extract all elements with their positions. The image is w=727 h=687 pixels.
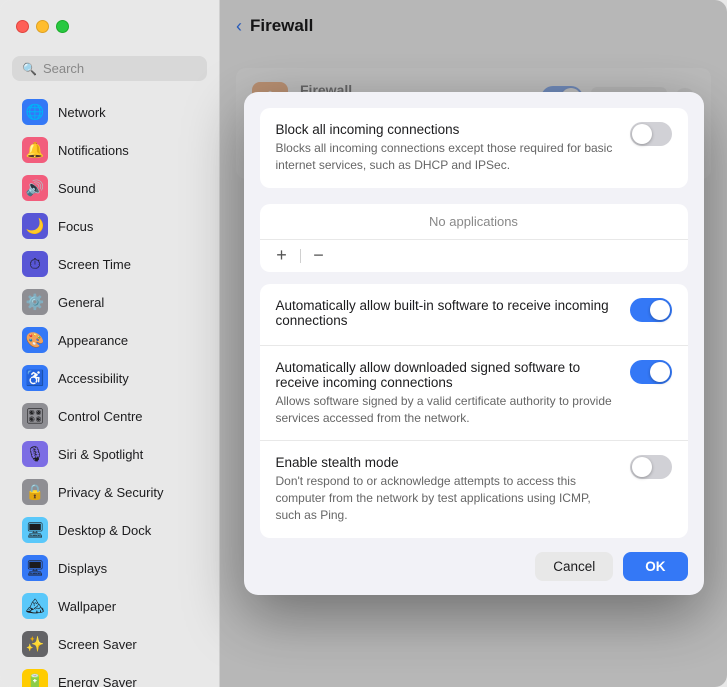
cancel-button[interactable]: Cancel (535, 552, 613, 581)
sidebar-item-network[interactable]: 🌐 Network (6, 93, 213, 131)
auto-signed-text: Automatically allow downloaded signed so… (276, 360, 614, 427)
ok-button[interactable]: OK (623, 552, 687, 581)
sidebar-item-wallpaper[interactable]: 🏔 Wallpaper (6, 587, 213, 625)
auto-builtin-row: Automatically allow built-in software to… (260, 284, 688, 346)
screen-saver-icon: ✨ (22, 631, 48, 657)
maximize-button[interactable] (56, 20, 69, 33)
close-button[interactable] (16, 20, 29, 33)
dialog-buttons: Cancel OK (244, 538, 704, 595)
add-application-button[interactable]: + (270, 244, 294, 268)
notifications-icon: 🔔 (22, 137, 48, 163)
notifications-label: Notifications (58, 143, 129, 158)
sidebar-item-notifications[interactable]: 🔔 Notifications (6, 131, 213, 169)
sound-label: Sound (58, 181, 96, 196)
sidebar-items: 🌐 Network 🔔 Notifications 🔊 Sound 🌙 Focus ⏱ Scree… (0, 89, 219, 687)
control-centre-label: Control Centre (58, 409, 143, 424)
screen-time-icon: ⏱ (22, 251, 48, 277)
sidebar-item-displays[interactable]: 🖥 Displays (6, 549, 213, 587)
stealth-row: Enable stealth mode Don't respond to or … (260, 441, 688, 537)
block-all-toggle[interactable] (630, 122, 672, 146)
auto-builtin-text: Automatically allow built-in software to… (276, 298, 614, 331)
privacy-security-label: Privacy & Security (58, 485, 163, 500)
block-all-desc: Blocks all incoming connections except t… (276, 140, 614, 174)
no-applications-label: No applications (260, 204, 688, 240)
sound-icon: 🔊 (22, 175, 48, 201)
search-bar[interactable]: 🔍 Search (12, 56, 207, 81)
auto-builtin-toggle[interactable] (630, 298, 672, 322)
remove-application-button[interactable]: − (307, 244, 331, 268)
block-all-row: Block all incoming connections Blocks al… (260, 108, 688, 188)
content-area: ‹ Firewall 🛡 Firewall The firewall is tu… (220, 0, 727, 687)
block-all-title: Block all incoming connections (276, 122, 614, 137)
displays-label: Displays (58, 561, 107, 576)
privacy-security-icon: 🔒 (22, 479, 48, 505)
desktop-dock-icon: 🖥 (22, 517, 48, 543)
network-icon: 🌐 (22, 99, 48, 125)
traffic-lights (16, 20, 69, 33)
displays-icon: 🖥 (22, 555, 48, 581)
control-centre-icon: 🎛 (22, 403, 48, 429)
search-icon: 🔍 (22, 62, 37, 76)
auto-signed-title: Automatically allow downloaded signed so… (276, 360, 614, 390)
auto-signed-desc: Allows software signed by a valid certif… (276, 393, 614, 427)
sidebar-item-appearance[interactable]: 🎨 Appearance (6, 321, 213, 359)
sidebar-item-privacy-security[interactable]: 🔒 Privacy & Security (6, 473, 213, 511)
sidebar-item-screen-saver[interactable]: ✨ Screen Saver (6, 625, 213, 663)
sidebar-item-desktop-dock[interactable]: 🖥 Desktop & Dock (6, 511, 213, 549)
apps-divider (300, 249, 301, 263)
appearance-icon: 🎨 (22, 327, 48, 353)
sidebar-item-control-centre[interactable]: 🎛 Control Centre (6, 397, 213, 435)
stealth-text: Enable stealth mode Don't respond to or … (276, 455, 614, 523)
sidebar-item-energy-saver[interactable]: 🔋 Energy Saver (6, 663, 213, 687)
stealth-desc: Don't respond to or acknowledge attempts… (276, 473, 614, 523)
block-all-section: Block all incoming connections Blocks al… (260, 108, 688, 188)
accessibility-label: Accessibility (58, 371, 129, 386)
stealth-toggle[interactable] (630, 455, 672, 479)
accessibility-icon: ♿ (22, 365, 48, 391)
additional-options-section: Automatically allow built-in software to… (260, 284, 688, 538)
sidebar: 🔍 Search 🌐 Network 🔔 Notifications 🔊 Sound 🌙 Fo… (0, 0, 220, 687)
energy-saver-icon: 🔋 (22, 669, 48, 687)
sidebar-item-screen-time[interactable]: ⏱ Screen Time (6, 245, 213, 283)
wallpaper-label: Wallpaper (58, 599, 116, 614)
siri-spotlight-icon: 🎙 (22, 441, 48, 467)
focus-label: Focus (58, 219, 93, 234)
stealth-title: Enable stealth mode (276, 455, 614, 470)
focus-icon: 🌙 (22, 213, 48, 239)
wallpaper-icon: 🏔 (22, 593, 48, 619)
general-icon: ⚙️ (22, 289, 48, 315)
dialog-overlay: Block all incoming connections Blocks al… (220, 0, 727, 687)
firewall-options-dialog: Block all incoming connections Blocks al… (244, 92, 704, 595)
general-label: General (58, 295, 104, 310)
screen-saver-label: Screen Saver (58, 637, 137, 652)
auto-builtin-title: Automatically allow built-in software to… (276, 298, 614, 328)
minimize-button[interactable] (36, 20, 49, 33)
sidebar-titlebar (0, 0, 219, 52)
applications-section: No applications + − (260, 204, 688, 272)
siri-spotlight-label: Siri & Spotlight (58, 447, 143, 462)
sidebar-item-accessibility[interactable]: ♿ Accessibility (6, 359, 213, 397)
sidebar-item-focus[interactable]: 🌙 Focus (6, 207, 213, 245)
screen-time-label: Screen Time (58, 257, 131, 272)
sidebar-item-general[interactable]: ⚙️ General (6, 283, 213, 321)
appearance-label: Appearance (58, 333, 128, 348)
apps-controls: + − (260, 240, 688, 272)
search-input[interactable]: Search (43, 61, 84, 76)
desktop-dock-label: Desktop & Dock (58, 523, 151, 538)
main-window: 🔍 Search 🌐 Network 🔔 Notifications 🔊 Sound 🌙 Fo… (0, 0, 727, 687)
auto-signed-toggle[interactable] (630, 360, 672, 384)
block-all-text: Block all incoming connections Blocks al… (276, 122, 614, 174)
sidebar-item-siri-spotlight[interactable]: 🎙 Siri & Spotlight (6, 435, 213, 473)
sidebar-item-sound[interactable]: 🔊 Sound (6, 169, 213, 207)
energy-saver-label: Energy Saver (58, 675, 137, 687)
network-label: Network (58, 105, 106, 120)
auto-signed-row: Automatically allow downloaded signed so… (260, 346, 688, 442)
